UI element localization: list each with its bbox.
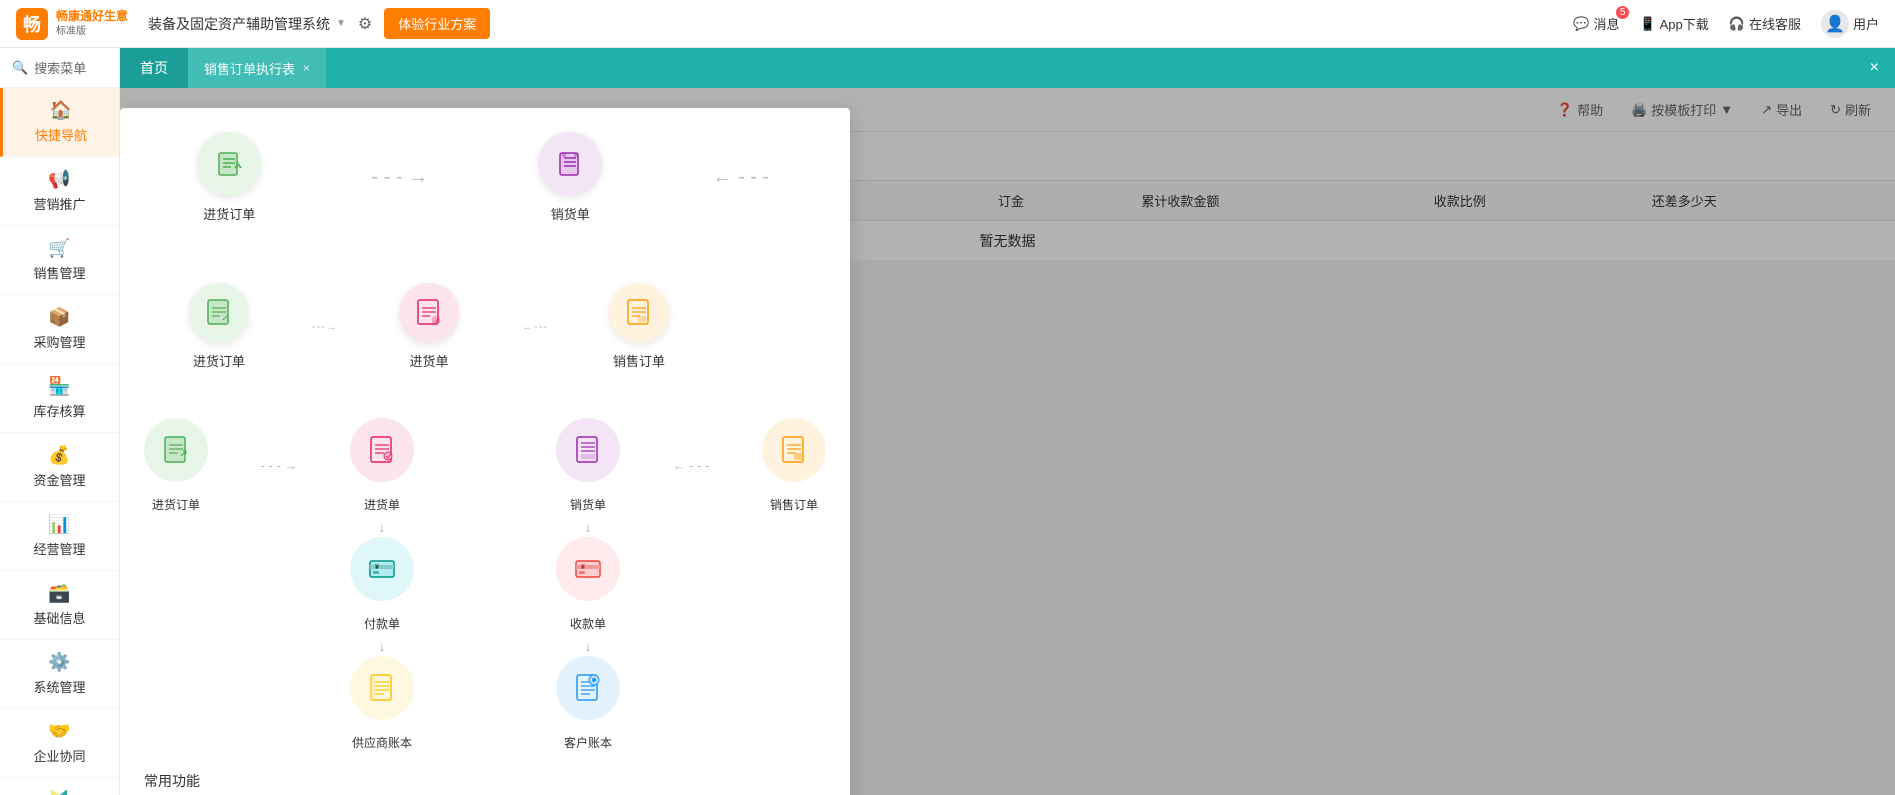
trial-button[interactable]: 体验行业方案 (384, 8, 490, 39)
sales-icon: 🛒 (48, 238, 70, 259)
online-service-item[interactable]: 🎧 在线客服 (1729, 14, 1801, 33)
sidebar-item-operations[interactable]: 📊 经营管理 (0, 502, 119, 571)
tab-sales-order[interactable]: 销售订单执行表 × (188, 48, 326, 88)
common-functions: 常用功能 商品 往来单位 现存量(库存状况表) 现存量(库存分布表) 销售毛利分… (144, 771, 826, 795)
purchase-order-node[interactable]: 进货订单 (197, 132, 261, 223)
po-node[interactable]: 进货订单 (189, 283, 249, 370)
sidebar-item-quick-nav[interactable]: 🏠 快捷导航 (0, 88, 119, 157)
fnode-pb[interactable]: 进货单 (350, 418, 414, 513)
headset-icon: 🎧 (1729, 16, 1745, 32)
search-icon: 🔍 (12, 60, 28, 76)
sidebar-item-marketing[interactable]: 📢 营销推广 (0, 157, 119, 226)
sidebar-item-basic-info[interactable]: 🗃️ 基础信息 (0, 571, 119, 640)
arrow-so-sb: ← - - - (620, 458, 762, 473)
quick-nav-icon: 🏠 (50, 100, 72, 121)
so-node[interactable]: 销售订单 (609, 283, 669, 370)
common-functions-title: 常用功能 (144, 771, 826, 791)
logo-icon: 畅 (16, 8, 48, 40)
avatar: 👤 (1821, 10, 1849, 38)
arrow-2: ← - - - (656, 166, 827, 189)
purchase-icon: 📦 (48, 307, 70, 328)
svg-text:✓: ✓ (434, 319, 439, 325)
enterprise-icon: 🤝 (48, 721, 70, 742)
app-download-item[interactable]: 📱 App下载 (1639, 14, 1708, 33)
arrow-1: - - - → (315, 166, 486, 189)
fnode-po[interactable]: 进货订单 (144, 418, 208, 513)
pb-node[interactable]: ✓ 进货单 (399, 283, 459, 370)
fnode-cl[interactable]: 客户账本 (556, 656, 620, 751)
logo-text: 畅康通好生意 标准版 (56, 9, 128, 38)
message-item[interactable]: 💬 消息 5 (1573, 14, 1619, 33)
arrow-down-pb: ↓ (350, 519, 414, 535)
basic-info-icon: 🗃️ (48, 583, 70, 604)
sales-bill-circle (538, 132, 602, 196)
system-dropdown-arrow[interactable]: ▼ (336, 18, 346, 29)
settings-icon[interactable]: ⚙ (358, 14, 372, 34)
quick-nav-panel: 进货订单 - - - → (120, 108, 850, 795)
svg-text:¥: ¥ (375, 564, 379, 571)
tab-bar: 首页 销售订单执行表 × × (120, 48, 1895, 88)
fnode-pay[interactable]: ¥ 付款单 (350, 537, 414, 632)
fnode-sb[interactable]: 销货单 (556, 418, 620, 513)
sidebar-item-newbie[interactable]: 🔰 新手引导 (0, 778, 119, 795)
tab-bar-close-icon[interactable]: × (1870, 59, 1879, 77)
arrow-down-sb: ↓ (556, 519, 620, 535)
message-badge: 5 (1616, 6, 1630, 19)
page-content: ❓ 帮助 🖨️ 按模板打印 ▼ ↗ 导出 ↻ 刷新 (120, 88, 1895, 795)
tab-close-icon[interactable]: × (303, 61, 310, 75)
fnode-rec[interactable]: ¥ 收款单 (556, 537, 620, 632)
arrow-po-pb: - - - → (208, 458, 350, 473)
marketing-icon: 📢 (48, 169, 70, 190)
sidebar-item-system[interactable]: ⚙️ 系统管理 (0, 640, 119, 709)
content-area: 首页 销售订单执行表 × × ❓ 帮助 🖨️ 按模板打印 ▼ (120, 48, 1895, 795)
header-right: 💬 消息 5 📱 App下载 🎧 在线客服 👤 用户 (1573, 10, 1879, 38)
fnode-so[interactable]: 销售订单 (762, 418, 826, 513)
top-header: 畅 畅康通好生意 标准版 装备及固定资产辅助管理系统 ▼ ⚙ 体验行业方案 💬 … (0, 0, 1895, 48)
system-name: 装备及固定资产辅助管理系统 ▼ (148, 14, 346, 34)
sidebar-item-inventory[interactable]: 🏪 库存核算 (0, 364, 119, 433)
arrow-down-rec: ↓ (556, 638, 620, 654)
newbie-icon: 🔰 (48, 790, 70, 795)
fnode-sl[interactable]: 供应商账本 (350, 656, 414, 751)
sidebar-item-sales[interactable]: 🛒 销售管理 (0, 226, 119, 295)
sidebar-item-enterprise[interactable]: 🤝 企业协同 (0, 709, 119, 778)
inventory-icon: 🏪 (48, 376, 70, 397)
system-icon: ⚙️ (48, 652, 70, 673)
logo-area: 畅 畅康通好生意 标准版 (16, 8, 136, 40)
arrow-down-pay: ↓ (350, 638, 414, 654)
main-layout: 🔍 搜索菜单 🏠 快捷导航 📢 营销推广 🛒 销售管理 📦 采购管理 🏪 库存核… (0, 48, 1895, 795)
svg-text:¥: ¥ (581, 564, 585, 571)
sidebar: 🔍 搜索菜单 🏠 快捷导航 📢 营销推广 🛒 销售管理 📦 采购管理 🏪 库存核… (0, 48, 120, 795)
h-arrow-2: ← - - - (522, 321, 546, 333)
message-icon: 💬 (1573, 16, 1589, 32)
overlay[interactable]: 进货订单 - - - → (120, 88, 1895, 795)
operations-icon: 📊 (48, 514, 70, 535)
sidebar-search[interactable]: 🔍 搜索菜单 (0, 48, 119, 88)
finance-icon: 💰 (48, 445, 70, 466)
user-item[interactable]: 👤 用户 (1821, 10, 1879, 38)
purchase-order-circle (197, 132, 261, 196)
h-arrow-1: - - - → (312, 321, 336, 333)
sidebar-item-finance[interactable]: 💰 资金管理 (0, 433, 119, 502)
sidebar-item-purchase[interactable]: 📦 采购管理 (0, 295, 119, 364)
phone-icon: 📱 (1639, 16, 1655, 32)
tab-home[interactable]: 首页 (120, 48, 188, 88)
sales-bill-node[interactable]: 销货单 (538, 132, 602, 223)
so-node-wrap: 销售订单 (609, 283, 669, 370)
